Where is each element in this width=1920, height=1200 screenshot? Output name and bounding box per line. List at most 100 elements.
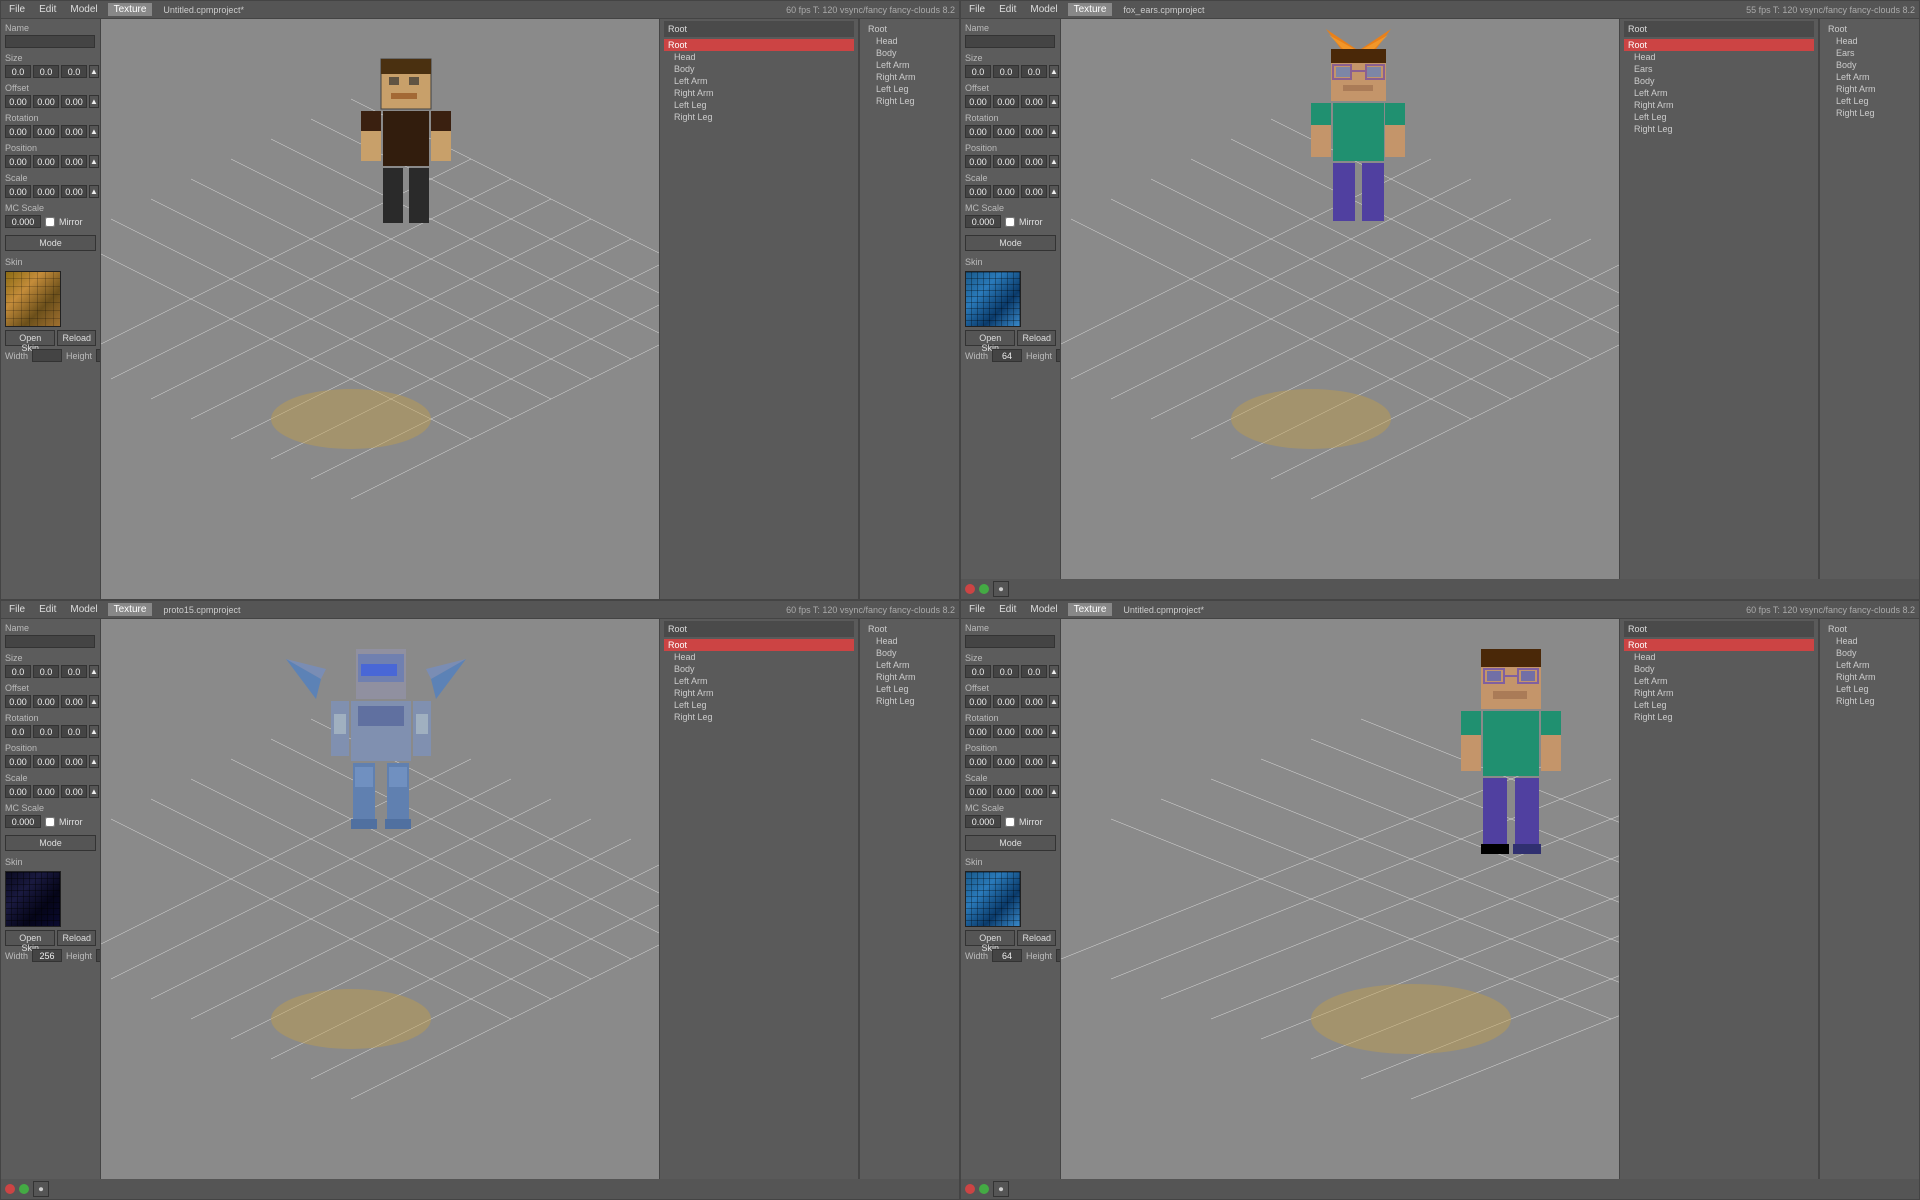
center-tree-rightarm-bl[interactable]: Right Arm	[664, 687, 854, 699]
size-y-bl[interactable]	[33, 665, 59, 678]
center-tree-root-tr[interactable]: Root	[1624, 39, 1814, 51]
position-spin-bl[interactable]: ▲	[89, 755, 99, 768]
offset-z-bl[interactable]	[61, 695, 87, 708]
scale-x-tl[interactable]	[5, 185, 31, 198]
position-x-tr[interactable]	[965, 155, 991, 168]
scale-z-tr[interactable]	[1021, 185, 1047, 198]
offset-y-tl[interactable]	[33, 95, 59, 108]
tree-ears-tr[interactable]: Ears	[1824, 47, 1915, 59]
scale-z-br[interactable]	[1021, 785, 1047, 798]
menu-edit-bl[interactable]: Edit	[35, 603, 60, 616]
position-spin-br[interactable]: ▲	[1049, 755, 1059, 768]
size-x-tl[interactable]	[5, 65, 31, 78]
mcscale-input-bl[interactable]	[5, 815, 41, 828]
center-tree-ears-tr[interactable]: Ears	[1624, 63, 1814, 75]
position-y-bl[interactable]	[33, 755, 59, 768]
position-x-tl[interactable]	[5, 155, 31, 168]
offset-x-tl[interactable]	[5, 95, 31, 108]
rotation-y-tl[interactable]	[33, 125, 59, 138]
viewport-br[interactable]	[1061, 619, 1619, 1179]
size-z-tr[interactable]	[1021, 65, 1047, 78]
offset-y-tr[interactable]	[993, 95, 1019, 108]
scale-y-br[interactable]	[993, 785, 1019, 798]
tree-root-bl[interactable]: Root	[864, 623, 955, 635]
offset-spin-tl[interactable]: ▲	[89, 95, 99, 108]
size-spin-br[interactable]: ▲	[1049, 665, 1059, 678]
tree-leftarm-tl[interactable]: Left Arm	[864, 59, 955, 71]
menu-edit-tr[interactable]: Edit	[995, 3, 1020, 16]
width-input-br[interactable]	[992, 949, 1022, 962]
size-spin-tr[interactable]: ▲	[1049, 65, 1059, 78]
offset-spin-tr[interactable]: ▲	[1049, 95, 1059, 108]
offset-z-tr[interactable]	[1021, 95, 1047, 108]
center-tree-body-tr[interactable]: Body	[1624, 75, 1814, 87]
scale-z-tl[interactable]	[61, 185, 87, 198]
tree-leftleg-tr[interactable]: Left Leg	[1824, 95, 1915, 107]
center-tree-leftarm-tr[interactable]: Left Arm	[1624, 87, 1814, 99]
scale-spin-tl[interactable]: ▲	[89, 185, 99, 198]
menu-model-tl[interactable]: Model	[66, 3, 101, 16]
name-input-br[interactable]	[965, 635, 1055, 648]
width-input-bl[interactable]	[32, 949, 62, 962]
mirror-checkbox-bl[interactable]	[45, 817, 55, 827]
tree-rightleg-tr[interactable]: Right Leg	[1824, 107, 1915, 119]
center-tree-body-br[interactable]: Body	[1624, 663, 1814, 675]
rotation-y-tr[interactable]	[993, 125, 1019, 138]
menu-file-tr[interactable]: File	[965, 3, 989, 16]
viewport-tl[interactable]	[101, 19, 659, 599]
rotation-z-br[interactable]	[1021, 725, 1047, 738]
offset-z-br[interactable]	[1021, 695, 1047, 708]
rotation-y-bl[interactable]	[33, 725, 59, 738]
rotation-z-bl[interactable]	[61, 725, 87, 738]
tree-body-tr[interactable]: Body	[1824, 59, 1915, 71]
reload-btn-tr[interactable]: Reload	[1017, 330, 1056, 346]
tree-head-br[interactable]: Head	[1824, 635, 1915, 647]
open-skin-btn-tr[interactable]: Open Skin	[965, 330, 1015, 346]
tree-leftarm-bl[interactable]: Left Arm	[864, 659, 955, 671]
size-y-br[interactable]	[993, 665, 1019, 678]
rotation-spin-br[interactable]: ▲	[1049, 725, 1059, 738]
position-z-tl[interactable]	[61, 155, 87, 168]
center-tree-head-br[interactable]: Head	[1624, 651, 1814, 663]
center-tree-leftarm-br[interactable]: Left Arm	[1624, 675, 1814, 687]
menu-edit-br[interactable]: Edit	[995, 603, 1020, 616]
tree-leftarm-tr[interactable]: Left Arm	[1824, 71, 1915, 83]
position-spin-tr[interactable]: ▲	[1049, 155, 1059, 168]
size-x-bl[interactable]	[5, 665, 31, 678]
tree-head-tr[interactable]: Head	[1824, 35, 1915, 47]
tree-leftarm-br[interactable]: Left Arm	[1824, 659, 1915, 671]
center-tree-head-bl[interactable]: Head	[664, 651, 854, 663]
name-input-tl[interactable]	[5, 35, 95, 48]
tree-root-tl[interactable]: Root	[864, 23, 955, 35]
menu-file-br[interactable]: File	[965, 603, 989, 616]
tab-texture-tl[interactable]: Texture	[108, 3, 154, 16]
tree-head-tl[interactable]: Head	[864, 35, 955, 47]
tree-head-bl[interactable]: Head	[864, 635, 955, 647]
tree-rightarm-bl[interactable]: Right Arm	[864, 671, 955, 683]
open-skin-btn-tl[interactable]: Open Skin	[5, 330, 55, 346]
rotation-x-tl[interactable]	[5, 125, 31, 138]
width-input-tl[interactable]	[32, 349, 62, 362]
center-tree-leftleg-tr[interactable]: Left Leg	[1624, 111, 1814, 123]
tab-texture-bl[interactable]: Texture	[108, 603, 154, 616]
center-tree-rightleg-br[interactable]: Right Leg	[1624, 711, 1814, 723]
width-input-tr[interactable]	[992, 349, 1022, 362]
scale-spin-tr[interactable]: ▲	[1049, 185, 1059, 198]
mirror-checkbox-tl[interactable]	[45, 217, 55, 227]
tree-rightleg-tl[interactable]: Right Leg	[864, 95, 955, 107]
scale-x-bl[interactable]	[5, 785, 31, 798]
position-spin-tl[interactable]: ▲	[89, 155, 99, 168]
rotation-spin-tl[interactable]: ▲	[89, 125, 99, 138]
offset-x-br[interactable]	[965, 695, 991, 708]
position-y-tl[interactable]	[33, 155, 59, 168]
center-tree-rightarm-tl[interactable]: Right Arm	[664, 87, 854, 99]
position-y-br[interactable]	[993, 755, 1019, 768]
offset-y-bl[interactable]	[33, 695, 59, 708]
center-tree-root-bl[interactable]: Root	[664, 639, 854, 651]
offset-x-tr[interactable]	[965, 95, 991, 108]
center-tree-root-tl[interactable]: Root	[664, 39, 854, 51]
scale-spin-br[interactable]: ▲	[1049, 785, 1059, 798]
open-skin-btn-br[interactable]: Open Skin	[965, 930, 1015, 946]
rotation-z-tr[interactable]	[1021, 125, 1047, 138]
tree-leftleg-br[interactable]: Left Leg	[1824, 683, 1915, 695]
